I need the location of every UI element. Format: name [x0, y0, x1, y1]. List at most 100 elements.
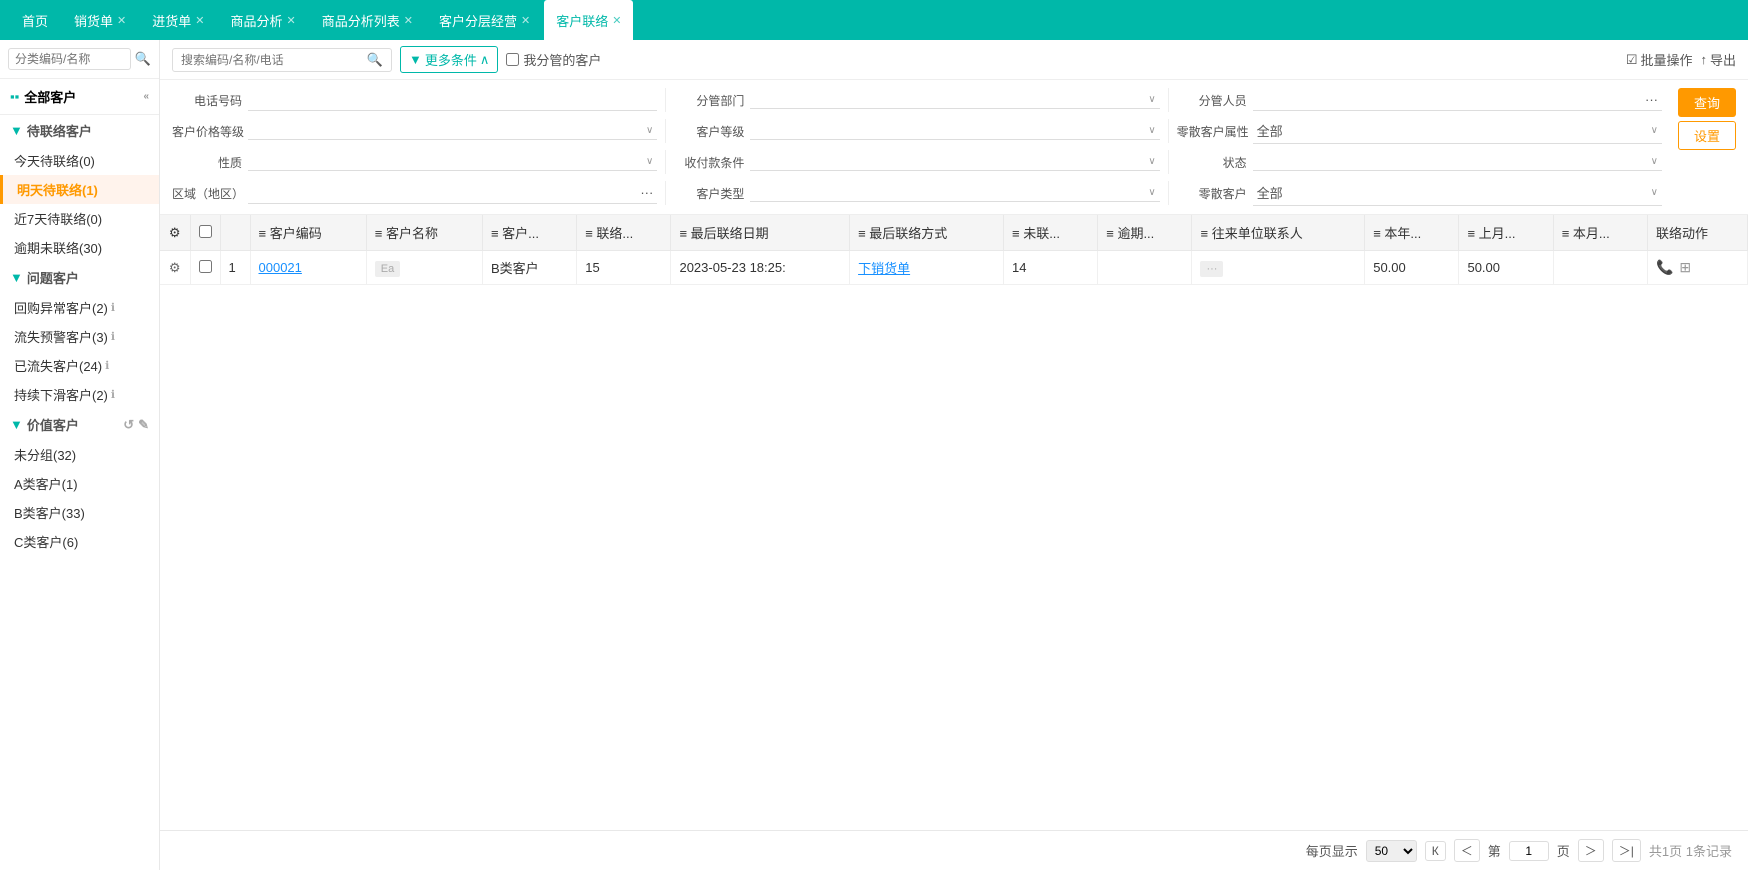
page-total: 共1页 1条记录 [1649, 841, 1732, 860]
sidebar-item-ungrouped[interactable]: 未分组(32) [0, 440, 159, 469]
sidebar-item-week7[interactable]: 近7天待联络(0) [0, 204, 159, 233]
col-header-overdue[interactable]: ≡ 逾期... [1098, 215, 1192, 251]
next-page-btn[interactable]: ＞ [1578, 839, 1604, 862]
nav-close-customer-contact[interactable]: ✕ [612, 14, 621, 27]
nav-close-product-analysis[interactable]: ✕ [287, 14, 296, 27]
filter-retail-attr-select[interactable]: 全部 ∨ [1253, 118, 1662, 144]
sidebar-section-value-header[interactable]: ▼ 价值客户 ↺ ✎ [0, 409, 159, 440]
filter-customer-grade-select[interactable]: ∨ [750, 122, 1159, 140]
col-header-check[interactable] [190, 215, 220, 251]
row-last-date: 2023-05-23 18:25: [671, 251, 850, 285]
sidebar-item-tomorrow[interactable]: 明天待联络(1) [0, 175, 159, 204]
grid-action-icon[interactable]: ⊞ [1679, 259, 1691, 276]
col-header-last-date[interactable]: ≡ 最后联络日期 [671, 215, 850, 251]
row-name[interactable]: Ea [366, 251, 482, 285]
row-check[interactable] [190, 251, 220, 285]
col-header-gear[interactable]: ⚙ [160, 215, 190, 251]
filter-customer-type-select[interactable]: ∨ [750, 184, 1159, 202]
batch-op-btn[interactable]: ☑ 批量操作 [1626, 50, 1693, 69]
col-header-action: 联络动作 [1647, 215, 1747, 251]
select-all-checkbox[interactable] [199, 225, 212, 238]
sidebar-item-lost[interactable]: 已流失客户(24) ℹ [0, 351, 159, 380]
col-header-code[interactable]: ≡ 客户编码 [250, 215, 366, 251]
filter-retail-select[interactable]: 全部 ∨ [1253, 180, 1662, 206]
pending-arrow-icon: ▼ [10, 123, 23, 138]
col-header-last-method[interactable]: ≡ 最后联络方式 [850, 215, 1004, 251]
filter-label-price-grade: 客户价格等级 [172, 123, 242, 140]
filter-status-select[interactable]: ∨ [1253, 153, 1662, 171]
nav-item-home[interactable]: 首页 [10, 0, 60, 40]
main-search-input[interactable] [181, 53, 367, 67]
nav-item-product-analysis[interactable]: 商品分析 ✕ [218, 0, 307, 40]
nav-close-customer-tier[interactable]: ✕ [521, 14, 530, 27]
filter-nature-select[interactable]: ∨ [248, 153, 657, 171]
nav-item-customer-tier[interactable]: 客户分层经营 ✕ [427, 0, 542, 40]
sidebar-item-today[interactable]: 今天待联络(0) [0, 146, 159, 175]
nav-item-sale[interactable]: 销货单 ✕ [62, 0, 138, 40]
filter-person-input[interactable]: ··· [1253, 89, 1662, 111]
export-btn[interactable]: ↑ 导出 [1700, 50, 1736, 69]
col-header-name[interactable]: ≡ 客户名称 [366, 215, 482, 251]
filter-panel: 电话号码 分管部门 ∨ 分管人员 [160, 80, 1748, 215]
first-page-btn[interactable]: К [1425, 841, 1446, 861]
filter-dept-select[interactable]: ∨ [750, 91, 1159, 109]
sidebar-item-class-b[interactable]: B类客户(33) [0, 498, 159, 527]
customer-type-chevron-icon: ∨ [1148, 187, 1155, 198]
row-last-method[interactable]: 下销货单 [850, 251, 1004, 285]
filter-region-input[interactable]: ··· [248, 182, 657, 204]
sidebar-item-repurchase-abnormal[interactable]: 回购异常客户(2) ℹ [0, 293, 159, 322]
row-gear[interactable]: ⚙ [160, 251, 190, 285]
nav-close-purchase[interactable]: ✕ [195, 14, 204, 27]
sidebar-item-declining[interactable]: 持续下滑客户(2) ℹ [0, 380, 159, 409]
col-header-this-month[interactable]: ≡ 本月... [1553, 215, 1647, 251]
filter-price-grade-select[interactable]: ∨ [248, 122, 657, 140]
sidebar-item-class-c[interactable]: C类客户(6) [0, 527, 159, 556]
main-search-icon[interactable]: 🔍 [367, 52, 383, 68]
page-input[interactable] [1509, 841, 1549, 861]
value-arrow-icon: ▼ [10, 417, 23, 432]
nav-item-customer-contact[interactable]: 客户联络 ✕ [544, 0, 633, 40]
refresh-icon[interactable]: ↺ [123, 417, 134, 433]
nav-close-sale[interactable]: ✕ [117, 14, 126, 27]
col-header-contact[interactable]: ≡ 联络... [577, 215, 671, 251]
last-page-btn[interactable]: ＞| [1612, 839, 1641, 862]
row-last-month: 50.00 [1459, 251, 1553, 285]
sidebar-section-problem-header[interactable]: ▼ 问题客户 [0, 262, 159, 293]
query-btn[interactable]: 查询 [1678, 88, 1736, 117]
my-customer-checkbox-label[interactable]: 我分管的客户 [506, 50, 601, 69]
sidebar-section-pending: ▼ 待联络客户 今天待联络(0) 明天待联络(1) 近7天待联络(0) 逾期未联… [0, 115, 159, 262]
sidebar-search-icon[interactable]: 🔍 [135, 51, 151, 67]
sidebar-all-customers[interactable]: ▪▪ 全部客户 « [0, 79, 159, 115]
phone-action-icon[interactable]: 📞 [1656, 259, 1673, 276]
nav-close-product-analysis-list[interactable]: ✕ [404, 14, 413, 27]
col-header-type[interactable]: ≡ 客户... [482, 215, 576, 251]
sidebar-item-overdue[interactable]: 逾期未联络(30) [0, 233, 159, 262]
sidebar-item-class-a[interactable]: A类客户(1) [0, 469, 159, 498]
filter-phone-input[interactable] [248, 90, 657, 111]
info-icon-3: ℹ [105, 359, 109, 372]
col-header-this-year[interactable]: ≡ 本年... [1365, 215, 1459, 251]
nav-item-product-analysis-list[interactable]: 商品分析列表 ✕ [310, 0, 425, 40]
col-header-uncontacted[interactable]: ≡ 未联... [1003, 215, 1097, 251]
sidebar-section-pending-header[interactable]: ▼ 待联络客户 [0, 115, 159, 146]
row-code[interactable]: 000021 [250, 251, 366, 285]
nav-item-purchase[interactable]: 进货单 ✕ [140, 0, 216, 40]
sidebar-collapse-icon[interactable]: « [143, 91, 149, 102]
filter-payment-select[interactable]: ∨ [750, 153, 1159, 171]
col-header-last-month[interactable]: ≡ 上月... [1459, 215, 1553, 251]
sidebar-search-input[interactable] [8, 48, 131, 70]
row-type: B类客户 [482, 251, 576, 285]
my-customer-checkbox[interactable] [506, 53, 519, 66]
row-checkbox[interactable] [199, 260, 212, 273]
page-size-select[interactable]: 50 10 20 100 [1366, 840, 1417, 862]
sidebar: 🔍 ▪▪ 全部客户 « ▼ 待联络客户 今天待联络(0) 明天待联络(1) 近7… [0, 40, 160, 870]
row-uncontacted: 14 [1003, 251, 1097, 285]
col-header-unit-contact[interactable]: ≡ 往来单位联系人 [1192, 215, 1365, 251]
filter-btn[interactable]: ▼ 更多条件 ∧ [400, 46, 498, 73]
edit-icon[interactable]: ✎ [138, 417, 149, 433]
prev-page-btn[interactable]: ＜ [1454, 839, 1480, 862]
sidebar-item-loss-warning[interactable]: 流失预警客户(3) ℹ [0, 322, 159, 351]
table-row: ⚙ 1 000021 Ea B类客户 15 2023-05-23 18:25: … [160, 251, 1748, 285]
filter-label-region: 区域（地区） [172, 185, 242, 202]
set-btn[interactable]: 设置 [1678, 121, 1736, 150]
